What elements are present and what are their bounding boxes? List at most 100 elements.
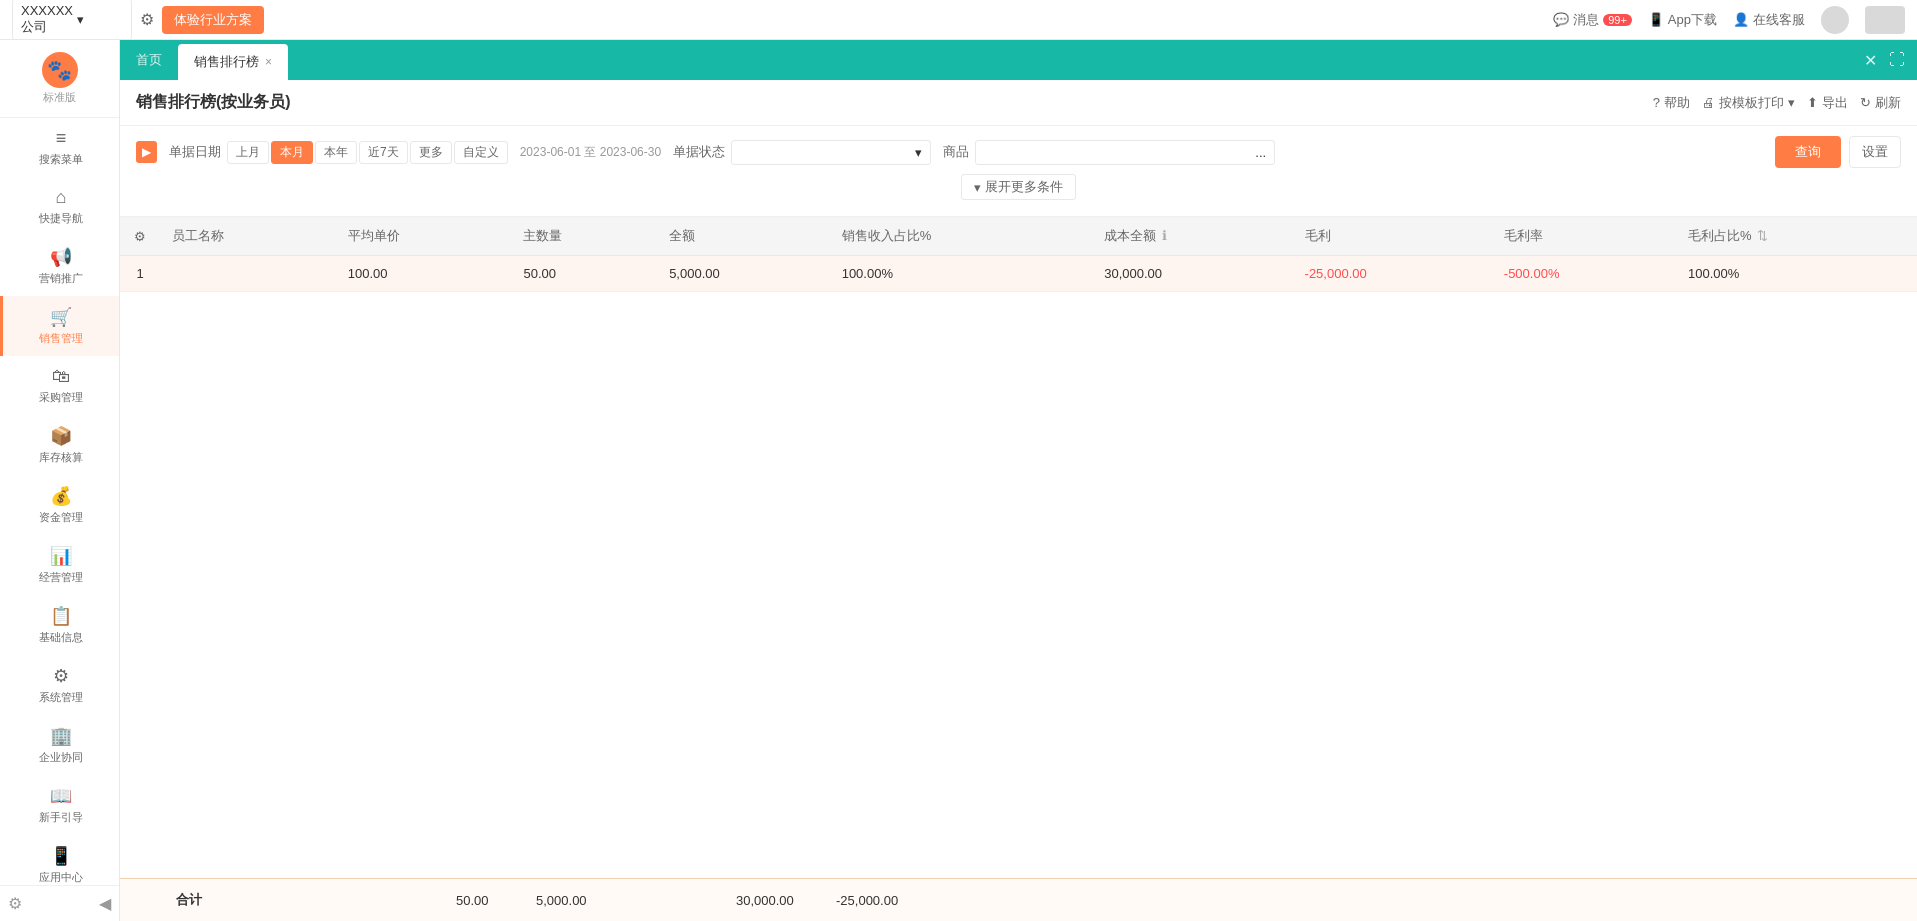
footer-gross: -25,000.00: [824, 889, 924, 912]
expand-icon: ▾: [974, 180, 981, 195]
filter-bar: ▶ 单据日期 上月 本月 本年 近7天 更多 自定义 2023-06: [120, 126, 1917, 217]
online-service-label: 在线客服: [1753, 11, 1805, 29]
period-year-btn[interactable]: 本年: [315, 141, 357, 164]
sidebar-item-basic-info[interactable]: 📋 基础信息: [0, 595, 119, 655]
filter-status-label: 单据状态: [673, 143, 725, 161]
tab-sales-ranking[interactable]: 销售排行榜 ×: [178, 44, 288, 80]
sidebar-item-system[interactable]: ⚙ 系统管理: [0, 655, 119, 715]
sidebar-logo: 🐾 标准版: [0, 40, 119, 118]
period-current-btn[interactable]: 本月: [271, 141, 313, 164]
sidebar-item-apps[interactable]: 📱 应用中心: [0, 835, 119, 885]
app-download-label: App下载: [1668, 11, 1717, 29]
period-last-btn[interactable]: 上月: [227, 141, 269, 164]
footer-cells: 合计 50.00 5,000.00 30,000.00 -25,000.00: [132, 887, 1905, 913]
sidebar-item-purchase[interactable]: 🛍 采购管理: [0, 356, 119, 415]
tab-close-icon[interactable]: ×: [265, 55, 272, 69]
sidebar-item-marketing-label: 营销推广: [39, 271, 83, 286]
filter-goods-input[interactable]: ...: [975, 140, 1275, 165]
refresh-btn[interactable]: ↻ 刷新: [1860, 94, 1901, 112]
search-icon: ≡: [56, 128, 67, 149]
tab-home[interactable]: 首页: [120, 40, 178, 80]
avatar[interactable]: [1821, 6, 1849, 34]
sidebar-item-guide[interactable]: 📖 新手引导: [0, 775, 119, 835]
message-badge: 99+: [1603, 14, 1632, 26]
app-icon: 📱: [1648, 12, 1664, 27]
period-7days-btn[interactable]: 近7天: [359, 141, 408, 164]
company-selector[interactable]: XXXXXX公司 ▾: [12, 0, 132, 41]
logo-text: 标准版: [43, 90, 76, 105]
sidebar-settings-icon[interactable]: ⚙: [8, 894, 22, 913]
sales-ranking-table: ⚙ 员工名称 平均单价 主数量 全额 销售收入占比% 成本全额 ℹ 毛利 毛利率: [120, 217, 1917, 292]
col-cost: 成本全额 ℹ: [1092, 217, 1292, 256]
enterprise-icon: 🏢: [50, 725, 72, 747]
tab-bar-right: ✕ ⛶: [1852, 40, 1917, 80]
col-gross: 毛利: [1293, 217, 1492, 256]
cell-main-qty: 50.00: [511, 256, 657, 292]
sidebar-item-operations[interactable]: 📊 经营管理: [0, 535, 119, 595]
tab-maximize-icon[interactable]: ⛶: [1889, 51, 1905, 69]
online-service-btn[interactable]: 👤 在线客服: [1733, 11, 1805, 29]
filter-status-item: 单据状态 ▾: [673, 140, 931, 165]
col-settings[interactable]: ⚙: [120, 217, 160, 256]
template-print-label: 按模板打印: [1719, 94, 1784, 112]
tab-sales-ranking-label: 销售排行榜: [194, 53, 259, 71]
operations-icon: 📊: [50, 545, 72, 567]
settings-btn[interactable]: 设置: [1849, 136, 1901, 168]
sidebar-item-sales-label: 销售管理: [39, 331, 83, 346]
expand-more-btn[interactable]: ▾ 展开更多条件: [961, 174, 1076, 200]
help-btn[interactable]: ? 帮助: [1653, 94, 1690, 112]
sidebar-item-guide-label: 新手引导: [39, 810, 83, 825]
col-amount: 全额: [657, 217, 830, 256]
refresh-icon: ↻: [1860, 95, 1871, 110]
purchase-icon: 🛍: [52, 366, 70, 387]
template-print-btn[interactable]: 🖨 按模板打印 ▾: [1702, 94, 1795, 112]
company-name: XXXXXX公司: [21, 3, 73, 36]
sidebar-item-marketing[interactable]: 📢 营销推广: [0, 236, 119, 296]
sidebar-item-search[interactable]: ≡ 搜索菜单: [0, 118, 119, 177]
filter-toggle-btn[interactable]: ▶: [136, 141, 157, 163]
sidebar-item-basic-info-label: 基础信息: [39, 630, 83, 645]
filter-period-btns: 上月 本月 本年 近7天 更多 自定义: [227, 141, 508, 164]
sidebar-collapse-icon[interactable]: ◀: [99, 894, 111, 913]
message-btn[interactable]: 💬 消息 99+: [1553, 11, 1632, 29]
message-icon: 💬: [1553, 12, 1569, 27]
guide-icon: 📖: [50, 785, 72, 807]
footer-amount: 5,000.00: [524, 889, 624, 912]
avatar-name[interactable]: [1865, 6, 1905, 34]
period-custom-btn[interactable]: 自定义: [454, 141, 508, 164]
message-label: 消息: [1573, 11, 1599, 29]
col-sales-pct: 销售收入占比%: [830, 217, 1093, 256]
filter-status-select[interactable]: ▾: [731, 140, 931, 165]
tab-home-label: 首页: [136, 51, 162, 69]
sidebar-item-enterprise[interactable]: 🏢 企业协同: [0, 715, 119, 775]
period-more-btn[interactable]: 更多: [410, 141, 452, 164]
sidebar-item-quick-nav[interactable]: ⌂ 快捷导航: [0, 177, 119, 236]
sidebar-item-finance-label: 资金管理: [39, 510, 83, 525]
more-icon[interactable]: ...: [1255, 145, 1266, 160]
cell-avg-price: 100.00: [336, 256, 512, 292]
export-icon: ⬆: [1807, 95, 1818, 110]
sidebar-item-apps-label: 应用中心: [39, 870, 83, 885]
help-icon: ?: [1653, 95, 1660, 110]
footer-spacer: [132, 896, 164, 904]
settings-icon[interactable]: ⚙: [140, 10, 154, 29]
cost-info-icon[interactable]: ℹ: [1162, 228, 1167, 243]
query-btn[interactable]: 查询: [1775, 136, 1841, 168]
refresh-label: 刷新: [1875, 94, 1901, 112]
chevron-down-icon: ▾: [915, 145, 922, 160]
sidebar-item-sales[interactable]: 🛒 销售管理: [0, 296, 119, 356]
sidebar-item-finance[interactable]: 💰 资金管理: [0, 475, 119, 535]
export-btn[interactable]: ⬆ 导出: [1807, 94, 1848, 112]
finance-icon: 💰: [50, 485, 72, 507]
sidebar-item-inventory-label: 库存核算: [39, 450, 83, 465]
app-download-btn[interactable]: 📱 App下载: [1648, 11, 1717, 29]
tab-close-window-icon[interactable]: ✕: [1864, 51, 1877, 70]
sales-icon: 🛒: [50, 306, 72, 328]
sidebar-item-inventory[interactable]: 📦 库存核算: [0, 415, 119, 475]
footer-avg-price: [364, 896, 444, 904]
cell-rank: 1: [120, 256, 160, 292]
tab-bar: 首页 销售排行榜 × ✕ ⛶: [120, 40, 1917, 80]
gross-pct-sort-icon[interactable]: ⇅: [1757, 228, 1768, 243]
home-icon: ⌂: [56, 187, 67, 208]
experience-btn[interactable]: 体验行业方案: [162, 6, 264, 34]
